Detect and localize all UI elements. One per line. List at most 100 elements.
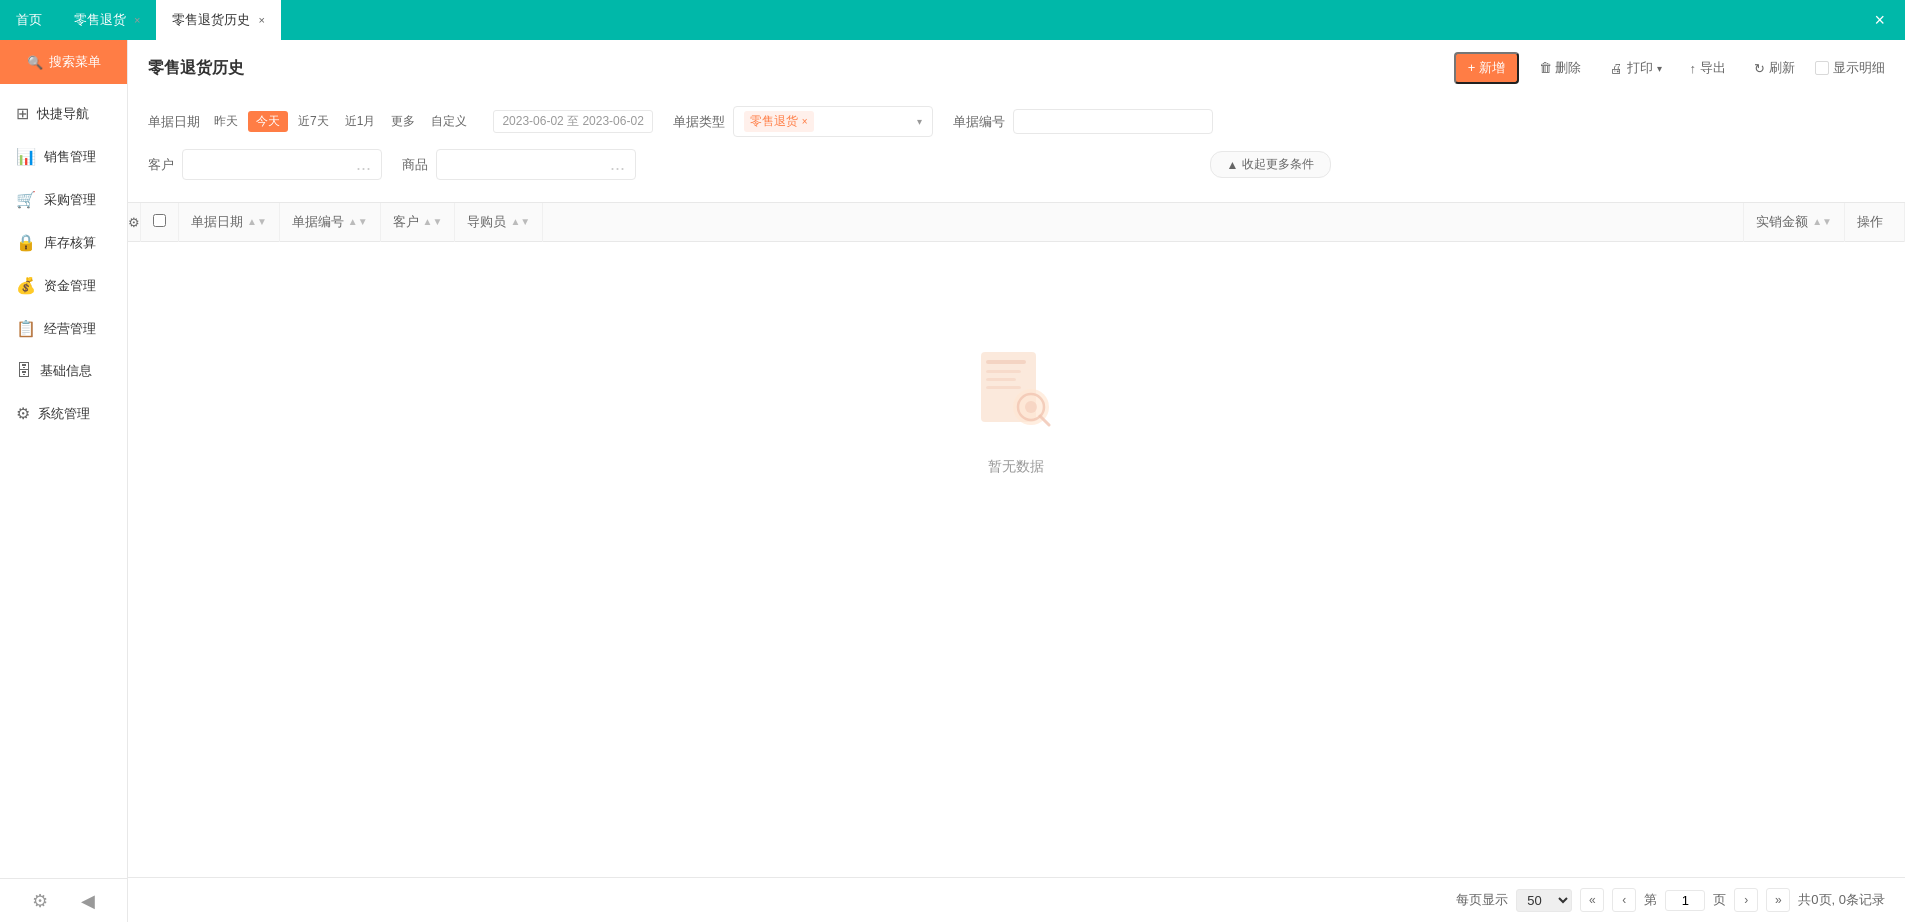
type-tag-close[interactable]: ×: [802, 116, 808, 127]
first-page-button[interactable]: «: [1580, 888, 1604, 912]
sidebar-item-purchase-mgmt[interactable]: 🛒 采购管理: [0, 178, 127, 221]
inventory-icon: 🔒: [16, 233, 36, 252]
sidebar-item-basic-info[interactable]: 🗄 基础信息: [0, 350, 127, 392]
date-range-buttons: 昨天 今天 近7天 近1月 更多 自定义: [208, 111, 473, 132]
date-column-header: 单据日期 ▲▼: [179, 203, 280, 242]
customer-ellipsis: ...: [356, 154, 371, 175]
refresh-icon: ↻: [1754, 61, 1765, 76]
sales-mgmt-icon: 📊: [16, 147, 36, 166]
date-btn-more[interactable]: 更多: [385, 111, 421, 132]
date-btn-1month[interactable]: 近1月: [339, 111, 382, 132]
collapse-sidebar-icon[interactable]: ◀: [81, 890, 95, 912]
sidebar-nav: ⊞ 快捷导航 📊 销售管理 🛒 采购管理 🔒 库存核算 💰 资金管理 📋: [0, 84, 127, 878]
amount-sort[interactable]: 实销金额 ▲▼: [1756, 213, 1832, 231]
empty-text: 暂无数据: [988, 458, 1044, 476]
purchase-mgmt-icon: 🛒: [16, 190, 36, 209]
top-bar: 首页 零售退货 × 零售退货历史 × ×: [0, 0, 1905, 40]
date-range-input[interactable]: 2023-06-02 至 2023-06-02: [493, 110, 652, 133]
collapse-row: ▲ 收起更多条件: [656, 147, 1885, 182]
svg-point-8: [1025, 401, 1037, 413]
sidebar-bottom: ⚙ ◀: [0, 878, 127, 922]
sidebar-item-quick-nav[interactable]: ⊞ 快捷导航: [0, 92, 127, 135]
sidebar-search-button[interactable]: 🔍 搜索菜单: [0, 40, 127, 84]
date-sort-icon: ▲▼: [247, 217, 267, 227]
prev-page-button[interactable]: ‹: [1612, 888, 1636, 912]
select-all-checkbox[interactable]: [153, 214, 166, 227]
tab-retail-return-history[interactable]: 零售退货历史 ×: [156, 0, 280, 40]
window-close-button[interactable]: ×: [1874, 10, 1885, 31]
action-column-header: 操作: [1845, 203, 1905, 242]
table-body: 暂无数据: [128, 242, 1905, 577]
table-container: ⚙ 单据日期 ▲▼ 单据编号: [128, 203, 1905, 877]
page-size-select[interactable]: 50 100 200: [1516, 889, 1572, 912]
display-detail-checkbox[interactable]: [1815, 61, 1829, 75]
settings-column-header[interactable]: ⚙: [128, 203, 141, 242]
goods-filter: 商品 ...: [402, 149, 636, 180]
type-select[interactable]: 零售退货 × ▾: [733, 106, 933, 137]
number-filter: 单据编号: [953, 109, 1213, 134]
main-layout: 🔍 搜索菜单 ⊞ 快捷导航 📊 销售管理 🛒 采购管理 🔒 库存核算 💰: [0, 40, 1905, 922]
next-page-button[interactable]: ›: [1734, 888, 1758, 912]
table-settings-icon[interactable]: ⚙: [128, 215, 140, 230]
print-button[interactable]: 🖨 🖨 打印 打印 ▾: [1602, 55, 1670, 81]
sidebar-item-sales-mgmt[interactable]: 📊 销售管理: [0, 135, 127, 178]
date-sort[interactable]: 单据日期 ▲▼: [191, 213, 267, 231]
page-number-input[interactable]: [1665, 890, 1705, 911]
customer-sort[interactable]: 客户 ▲▼: [393, 213, 443, 231]
type-filter: 单据类型 零售退货 × ▾: [673, 106, 933, 137]
finance-mgmt-icon: 💰: [16, 276, 36, 295]
pagination-bar: 每页显示 50 100 200 « ‹ 第 页 › » 共0页, 0条记录: [128, 877, 1905, 922]
svg-rect-2: [986, 370, 1021, 373]
number-input[interactable]: [1013, 109, 1213, 134]
customer-column-header: 客户 ▲▼: [380, 203, 455, 242]
sidebar-item-finance-mgmt[interactable]: 💰 资金管理: [0, 264, 127, 307]
amount-column-header: 实销金额 ▲▼: [1744, 203, 1845, 242]
amount-sort-icon: ▲▼: [1812, 217, 1832, 227]
empty-illustration: [966, 342, 1066, 442]
filter-row-2: 客户 ... 商品 ...: [148, 147, 1885, 182]
table-header: ⚙ 单据日期 ▲▼ 单据编号: [128, 203, 1905, 242]
sidebar-item-inventory[interactable]: 🔒 库存核算: [0, 221, 127, 264]
goods-select[interactable]: ...: [436, 149, 636, 180]
date-btn-custom[interactable]: 自定义: [425, 111, 473, 132]
total-info: 共0页, 0条记录: [1798, 891, 1885, 909]
new-button[interactable]: + 新增: [1454, 52, 1519, 84]
settings-icon[interactable]: ⚙: [32, 890, 48, 912]
tab-home[interactable]: 首页: [0, 0, 58, 40]
tab-retail-return-close[interactable]: ×: [134, 14, 140, 26]
customer-select[interactable]: ...: [182, 149, 382, 180]
number-sort[interactable]: 单据编号 ▲▼: [292, 213, 368, 231]
date-btn-yesterday[interactable]: 昨天: [208, 111, 244, 132]
date-btn-today[interactable]: 今天: [248, 111, 288, 132]
sidebar-item-operation-mgmt[interactable]: 📋 经营管理: [0, 307, 127, 350]
print-dropdown-icon: ▾: [1657, 63, 1662, 74]
guide-sort[interactable]: 导购员 ▲▼: [467, 213, 530, 231]
sidebar: 🔍 搜索菜单 ⊞ 快捷导航 📊 销售管理 🛒 采购管理 🔒 库存核算 💰: [0, 40, 128, 922]
operation-mgmt-icon: 📋: [16, 319, 36, 338]
collapse-button[interactable]: ▲ 收起更多条件: [1210, 151, 1332, 178]
guide-sort-icon: ▲▼: [510, 217, 530, 227]
basic-info-icon: 🗄: [16, 362, 32, 380]
customer-filter: 客户 ...: [148, 149, 382, 180]
quick-nav-icon: ⊞: [16, 104, 29, 123]
page-title-row: 零售退货历史 + 新增 🗑 删除 🖨 🖨 打印 打印 ▾ ↑ 导出: [148, 52, 1885, 84]
export-button[interactable]: ↑ 导出: [1682, 55, 1735, 81]
delete-button[interactable]: 🗑 删除: [1531, 55, 1590, 81]
toolbar: + 新增 🗑 删除 🖨 🖨 打印 打印 ▾ ↑ 导出 ↻ 刷新: [1454, 52, 1885, 84]
date-filter: 单据日期 昨天 今天 近7天 近1月 更多 自定义: [148, 111, 473, 132]
export-icon: ↑: [1690, 61, 1697, 76]
date-btn-7days[interactable]: 近7天: [292, 111, 335, 132]
sidebar-item-system-mgmt[interactable]: ⚙ 系统管理: [0, 392, 127, 435]
number-sort-icon: ▲▼: [348, 217, 368, 227]
date-range-display: 2023-06-02 至 2023-06-02: [493, 110, 652, 133]
filter-row-1: 单据日期 昨天 今天 近7天 近1月 更多 自定义 2023-06-02 至 2…: [148, 106, 1885, 137]
tab-retail-return[interactable]: 零售退货 ×: [58, 0, 156, 40]
last-page-button[interactable]: »: [1766, 888, 1790, 912]
svg-rect-1: [986, 360, 1026, 364]
svg-rect-4: [986, 386, 1021, 389]
type-select-dropdown-icon: ▾: [917, 116, 922, 127]
checkbox-column-header: [141, 203, 179, 242]
tab-retail-return-history-close[interactable]: ×: [258, 14, 264, 26]
refresh-button[interactable]: ↻ 刷新: [1746, 55, 1803, 81]
content-area: 零售退货历史 + 新增 🗑 删除 🖨 🖨 打印 打印 ▾ ↑ 导出: [128, 40, 1905, 922]
